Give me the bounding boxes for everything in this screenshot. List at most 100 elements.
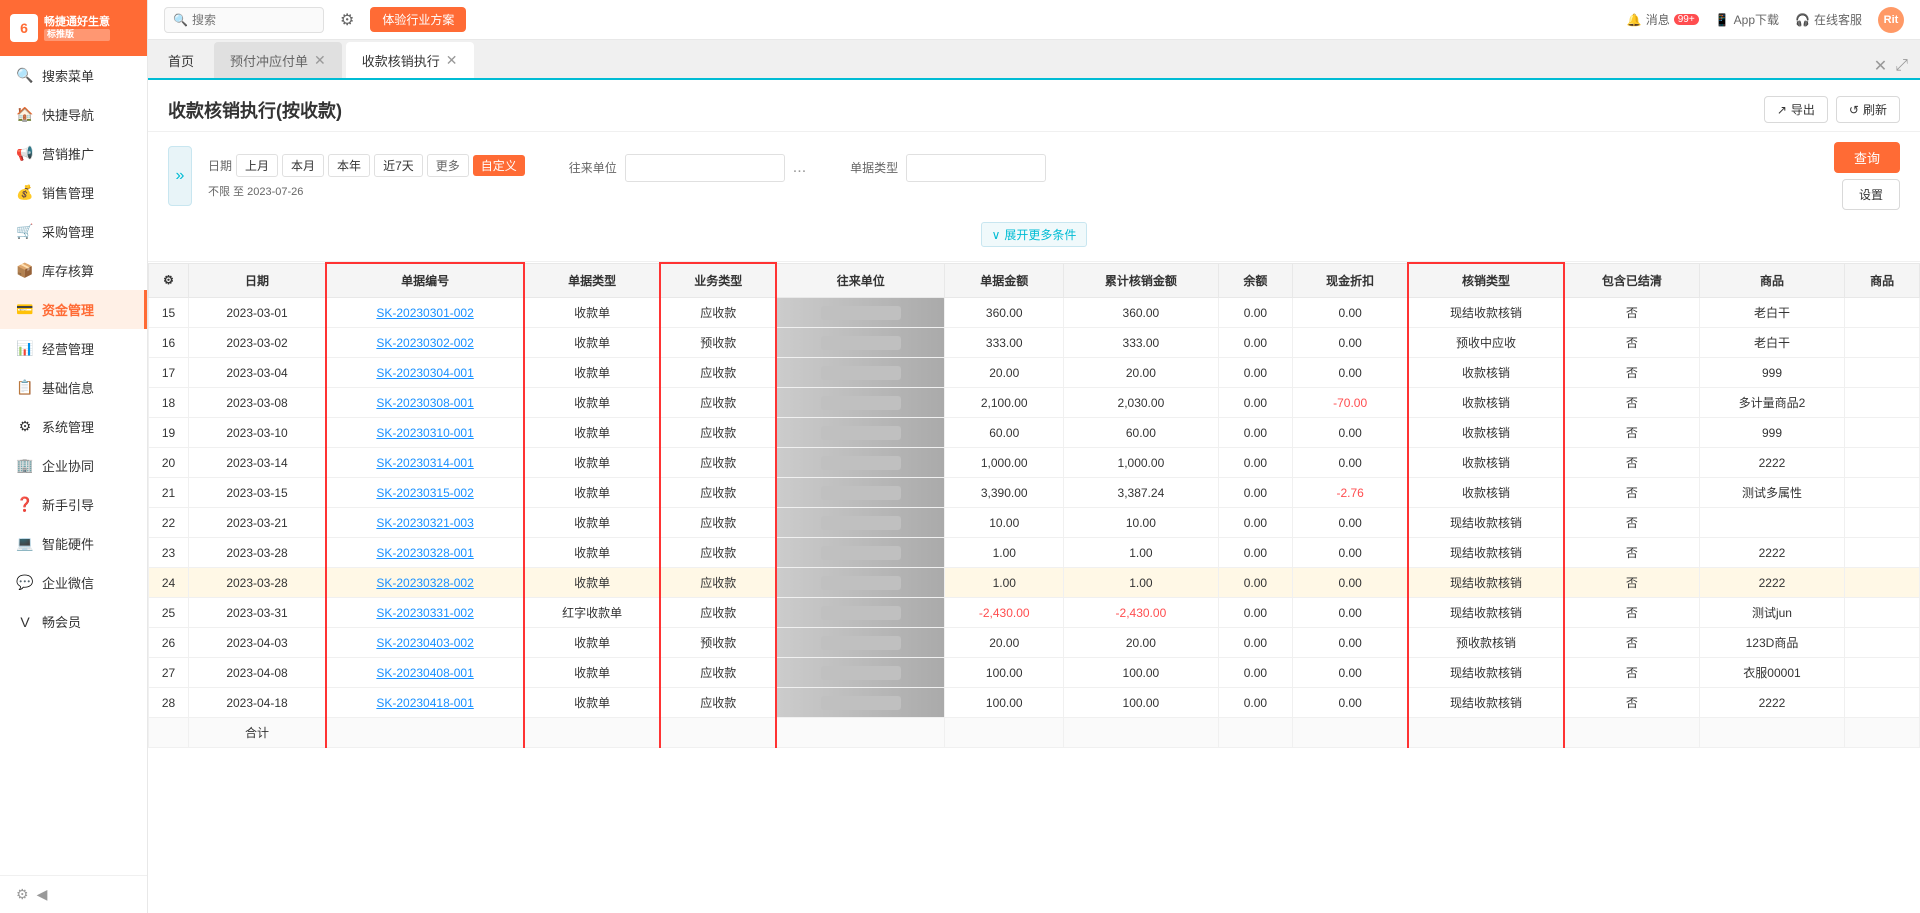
- td-voucher-no[interactable]: SK-20230304-001: [326, 358, 524, 388]
- topbar-search-input[interactable]: [192, 13, 315, 27]
- export-icon: ↗: [1777, 103, 1787, 117]
- sidebar-item-label: 企业协同: [42, 456, 94, 475]
- collapse-icon[interactable]: ◀: [37, 886, 48, 903]
- td-voucher-no[interactable]: SK-20230328-001: [326, 538, 524, 568]
- tab-collection[interactable]: 收款核销执行 ✕: [346, 42, 474, 78]
- home-icon: 🏠: [16, 106, 34, 124]
- query-button[interactable]: 查询: [1834, 142, 1900, 173]
- sidebar-item-system[interactable]: ⚙ 系统管理: [0, 407, 147, 446]
- td-voucher-no[interactable]: SK-20230418-001: [326, 688, 524, 718]
- date-section: 日期 上月 本月 本年 近7天 更多 自定义 不限 至 2023-07-26: [208, 154, 525, 199]
- date-btn-this-month[interactable]: 本月: [282, 154, 324, 177]
- filter-dots[interactable]: ...: [793, 159, 806, 177]
- sidebar-item-label: 企业微信: [42, 573, 94, 592]
- app-download-item[interactable]: 📱 App下载: [1715, 11, 1779, 28]
- topbar-search-box[interactable]: 🔍: [164, 7, 324, 33]
- clipboard-icon: 📋: [16, 379, 34, 397]
- th-balance: 余额: [1218, 263, 1293, 298]
- td-product: 2222: [1699, 448, 1844, 478]
- td-voucher-type: 收款单: [524, 388, 660, 418]
- tab-home[interactable]: 首页: [152, 42, 210, 78]
- td-amount: 2,100.00: [945, 388, 1064, 418]
- date-btn-7days[interactable]: 近7天: [374, 154, 423, 177]
- sidebar-item-member[interactable]: V 畅会员: [0, 602, 147, 641]
- td-amount: 1,000.00: [945, 448, 1064, 478]
- tab-payable-close[interactable]: ✕: [314, 53, 326, 67]
- sidebar-item-hardware[interactable]: 💻 智能硬件: [0, 524, 147, 563]
- expand-more-btn[interactable]: ∨ 展开更多条件: [981, 222, 1088, 247]
- td-product2: [1845, 418, 1920, 448]
- sidebar-item-guide[interactable]: ❓ 新手引导: [0, 485, 147, 524]
- td-product2: [1845, 358, 1920, 388]
- partner-input[interactable]: [625, 154, 785, 182]
- sidebar-item-purchase[interactable]: 🛒 采购管理: [0, 212, 147, 251]
- sidebar-item-search[interactable]: 🔍 搜索菜单: [0, 56, 147, 95]
- th-verify-amount: 累计核销金额: [1064, 263, 1218, 298]
- td-discount: 0.00: [1293, 658, 1408, 688]
- sidebar-item-basic[interactable]: 📋 基础信息: [0, 368, 147, 407]
- export-button[interactable]: ↗ 导出: [1764, 96, 1828, 123]
- td-voucher-no[interactable]: SK-20230331-002: [326, 598, 524, 628]
- voucher-type-select[interactable]: [906, 154, 1046, 182]
- tab-payable[interactable]: 预付冲应付单 ✕: [214, 42, 342, 78]
- main-area: 🔍 ⚙ 体验行业方案 🔔 消息 99+ 📱 App下载 🎧 在线客服 Rit: [148, 0, 1920, 913]
- td-voucher-no[interactable]: SK-20230328-002: [326, 568, 524, 598]
- solution-button[interactable]: 体验行业方案: [370, 7, 466, 32]
- settings-filter-button[interactable]: 设置: [1842, 179, 1900, 210]
- td-biz-type: 应收款: [660, 568, 776, 598]
- date-btn-custom[interactable]: 自定义: [473, 155, 525, 176]
- td-biz-type: 预收款: [660, 328, 776, 358]
- notification-item[interactable]: 🔔 消息 99+: [1627, 11, 1699, 28]
- td-voucher-no[interactable]: SK-20230315-002: [326, 478, 524, 508]
- td-discount: 0.00: [1293, 688, 1408, 718]
- search-icon: 🔍: [16, 67, 34, 85]
- td-voucher-no[interactable]: SK-20230408-001: [326, 658, 524, 688]
- td-balance: 0.00: [1218, 448, 1293, 478]
- td-voucher-no[interactable]: SK-20230301-002: [326, 298, 524, 328]
- sidebar-item-quicknav[interactable]: 🏠 快捷导航: [0, 95, 147, 134]
- tab-close-btn[interactable]: ✕: [1874, 56, 1887, 76]
- td-voucher-type: 收款单: [524, 358, 660, 388]
- sidebar-item-finance[interactable]: 💳 资金管理: [0, 290, 147, 329]
- tab-collection-close[interactable]: ✕: [446, 53, 458, 67]
- date-btn-more[interactable]: 更多: [427, 154, 469, 177]
- td-balance: [1218, 718, 1293, 748]
- td-voucher-no[interactable]: SK-20230308-001: [326, 388, 524, 418]
- topbar-gear-icon[interactable]: ⚙: [340, 10, 354, 30]
- filter-expand-button[interactable]: »: [168, 146, 192, 206]
- sidebar-item-operations[interactable]: 📊 经营管理: [0, 329, 147, 368]
- sidebar-item-wechat[interactable]: 💬 企业微信: [0, 563, 147, 602]
- sidebar-item-corp[interactable]: 🏢 企业协同: [0, 446, 147, 485]
- user-avatar[interactable]: Rit: [1878, 7, 1904, 33]
- td-partner: [776, 448, 944, 478]
- settings-bottom-icon[interactable]: ⚙: [16, 886, 29, 903]
- td-partner: [776, 418, 944, 448]
- online-service-item[interactable]: 🎧 在线客服: [1795, 11, 1862, 28]
- refresh-button[interactable]: ↺ 刷新: [1836, 96, 1900, 123]
- sidebar-item-marketing[interactable]: 📢 营销推广: [0, 134, 147, 173]
- td-voucher-no[interactable]: SK-20230403-002: [326, 628, 524, 658]
- filter-bar: » 日期 上月 本月 本年 近7天 更多 自定义 不限 至 2023-07-26: [148, 132, 1920, 262]
- td-no: 25: [149, 598, 189, 628]
- th-settings[interactable]: ⚙: [149, 263, 189, 298]
- td-voucher-no[interactable]: SK-20230321-003: [326, 508, 524, 538]
- chevron-down-icon: ∨: [992, 228, 1001, 242]
- question-icon: ❓: [16, 496, 34, 514]
- td-verify-amount: 20.00: [1064, 358, 1218, 388]
- td-voucher-no[interactable]: SK-20230310-001: [326, 418, 524, 448]
- date-btn-this-year[interactable]: 本年: [328, 154, 370, 177]
- td-no: 22: [149, 508, 189, 538]
- column-settings-icon[interactable]: ⚙: [163, 273, 174, 287]
- tab-expand-btn[interactable]: ⤢: [1895, 57, 1908, 75]
- sidebar-item-sales[interactable]: 💰 销售管理: [0, 173, 147, 212]
- td-partner: [776, 568, 944, 598]
- td-balance: 0.00: [1218, 418, 1293, 448]
- td-verify-amount: 20.00: [1064, 628, 1218, 658]
- td-include-settled: 否: [1564, 538, 1699, 568]
- td-voucher-no[interactable]: SK-20230302-002: [326, 328, 524, 358]
- sidebar-item-inventory[interactable]: 📦 库存核算: [0, 251, 147, 290]
- td-partner: [776, 718, 944, 748]
- date-btn-last-month[interactable]: 上月: [236, 154, 278, 177]
- td-voucher-no[interactable]: [326, 718, 524, 748]
- td-voucher-no[interactable]: SK-20230314-001: [326, 448, 524, 478]
